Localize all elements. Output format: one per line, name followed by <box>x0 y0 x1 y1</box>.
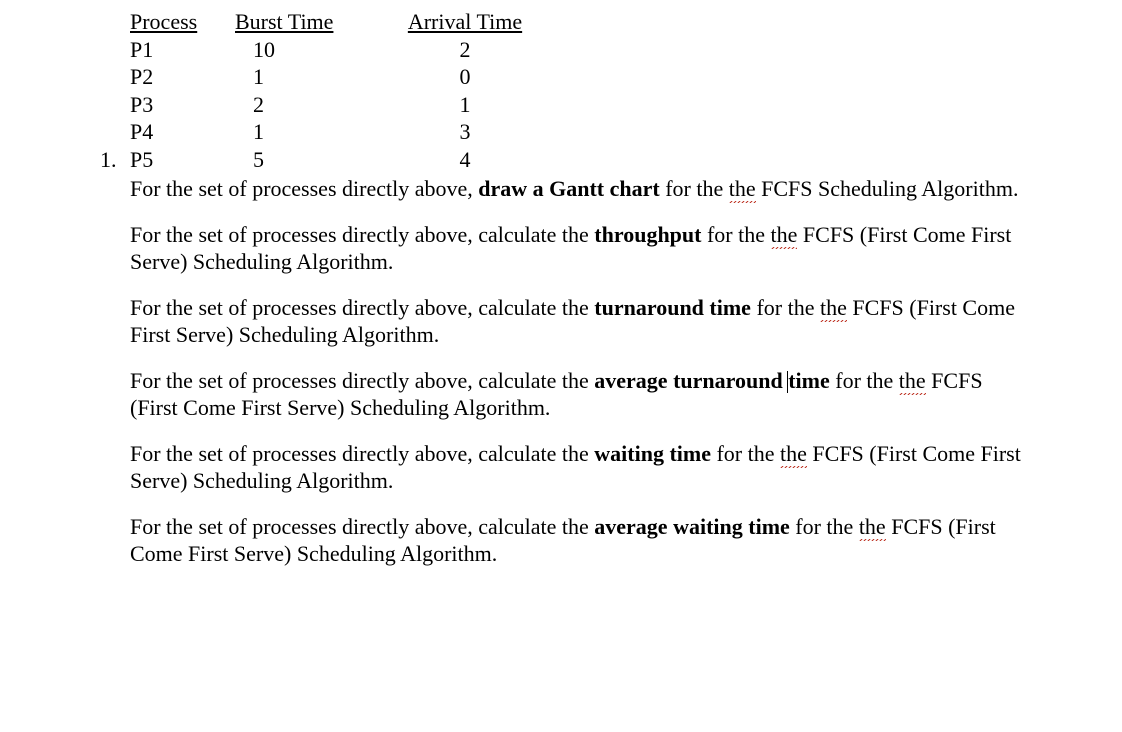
cell-process: P4 <box>130 118 235 146</box>
question-content: Process Burst Time Arrival Time P1 10 2 … <box>130 8 1022 568</box>
cell-process: P5 <box>130 146 235 174</box>
spellcheck-marker: the <box>820 295 847 322</box>
cell-burst: 1 <box>253 64 264 89</box>
spellcheck-marker: the <box>899 368 926 395</box>
paragraph-gantt: For the set of processes directly above,… <box>130 175 1022 203</box>
col-header-process: Process <box>130 8 235 36</box>
paragraph-turnaround: For the set of processes directly above,… <box>130 294 1022 349</box>
table-header-row: Process Burst Time Arrival Time <box>130 8 540 36</box>
question-number: 1. <box>100 147 130 173</box>
cell-process: P3 <box>130 91 235 119</box>
cell-burst: 2 <box>253 92 264 117</box>
cell-burst: 1 <box>253 119 264 144</box>
paragraph-throughput: For the set of processes directly above,… <box>130 221 1022 276</box>
cell-burst: 10 <box>253 37 275 62</box>
spellcheck-marker: the <box>729 176 756 203</box>
cell-burst: 5 <box>253 147 264 172</box>
spellcheck-marker: the <box>780 441 807 468</box>
spellcheck-marker: the <box>771 222 798 249</box>
process-table: Process Burst Time Arrival Time P1 10 2 … <box>130 8 540 173</box>
cell-arrival: 3 <box>390 118 540 146</box>
table-row: P5 5 4 <box>130 146 540 174</box>
table-row: P1 10 2 <box>130 36 540 64</box>
table-row: P3 2 1 <box>130 91 540 119</box>
cell-arrival: 4 <box>390 146 540 174</box>
cell-arrival: 1 <box>390 91 540 119</box>
cell-arrival: 0 <box>390 63 540 91</box>
cell-arrival: 2 <box>390 36 540 64</box>
table-row: P2 1 0 <box>130 63 540 91</box>
spellcheck-marker: the <box>859 514 886 541</box>
cell-process: P1 <box>130 36 235 64</box>
cell-process: P2 <box>130 63 235 91</box>
question-row: 1. Process Burst Time Arrival Time P1 10… <box>100 8 1022 568</box>
table-row: P4 1 3 <box>130 118 540 146</box>
paragraph-avg-turnaround: For the set of processes directly above,… <box>130 367 1022 422</box>
document-page: 1. Process Burst Time Arrival Time P1 10… <box>0 0 1122 588</box>
col-header-burst: Burst Time <box>235 8 390 36</box>
paragraph-avg-waiting: For the set of processes directly above,… <box>130 513 1022 568</box>
col-header-arrival: Arrival Time <box>390 8 540 36</box>
paragraph-waiting: For the set of processes directly above,… <box>130 440 1022 495</box>
